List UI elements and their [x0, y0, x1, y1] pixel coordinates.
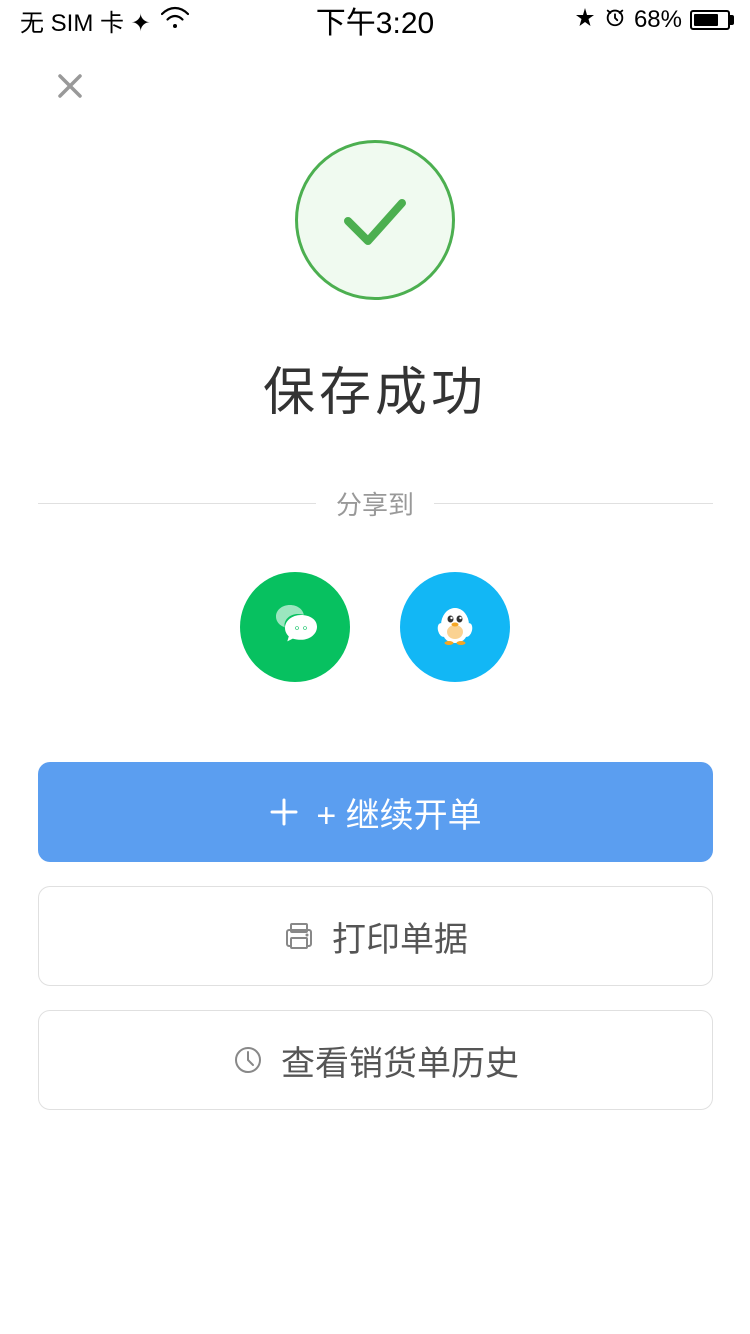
success-icon-circle [295, 140, 455, 300]
no-sim-label: 无 SIM 卡 ✦ [20, 3, 151, 38]
battery-icon [690, 10, 730, 30]
status-bar: 无 SIM 卡 ✦ 下午3:20 68% [0, 0, 750, 40]
share-label: 分享到 [336, 485, 414, 522]
wechat-share-button[interactable] [240, 572, 350, 682]
share-divider: 分享到 [38, 485, 713, 522]
print-button[interactable]: 打印单据 [38, 886, 713, 986]
alarm-icon [604, 6, 626, 35]
history-button[interactable]: 查看销货单历史 [38, 1010, 713, 1110]
status-right: 68% [574, 6, 730, 35]
status-time: 下午3:20 [316, 0, 434, 42]
divider-line-left [38, 503, 317, 504]
main-content: 保存成功 分享到 [0, 40, 750, 1110]
battery-percent: 68% [634, 6, 682, 34]
status-left: 无 SIM 卡 ✦ [20, 3, 189, 38]
qq-share-button[interactable] [400, 572, 510, 682]
continue-label: + 继续开单 [316, 788, 481, 837]
continue-button[interactable]: + 继续开单 [38, 762, 713, 862]
close-button[interactable] [40, 56, 100, 116]
share-icons-row [240, 572, 510, 682]
divider-line-right [434, 503, 713, 504]
history-label: 查看销货单历史 [281, 1036, 519, 1085]
success-title: 保存成功 [263, 350, 487, 425]
location-icon [574, 6, 596, 35]
print-label: 打印单据 [332, 912, 468, 961]
action-section: + 继续开单 打印单据 查看销货单历史 [38, 762, 713, 1110]
wifi-icon [161, 6, 189, 35]
share-section: 分享到 [0, 485, 750, 682]
